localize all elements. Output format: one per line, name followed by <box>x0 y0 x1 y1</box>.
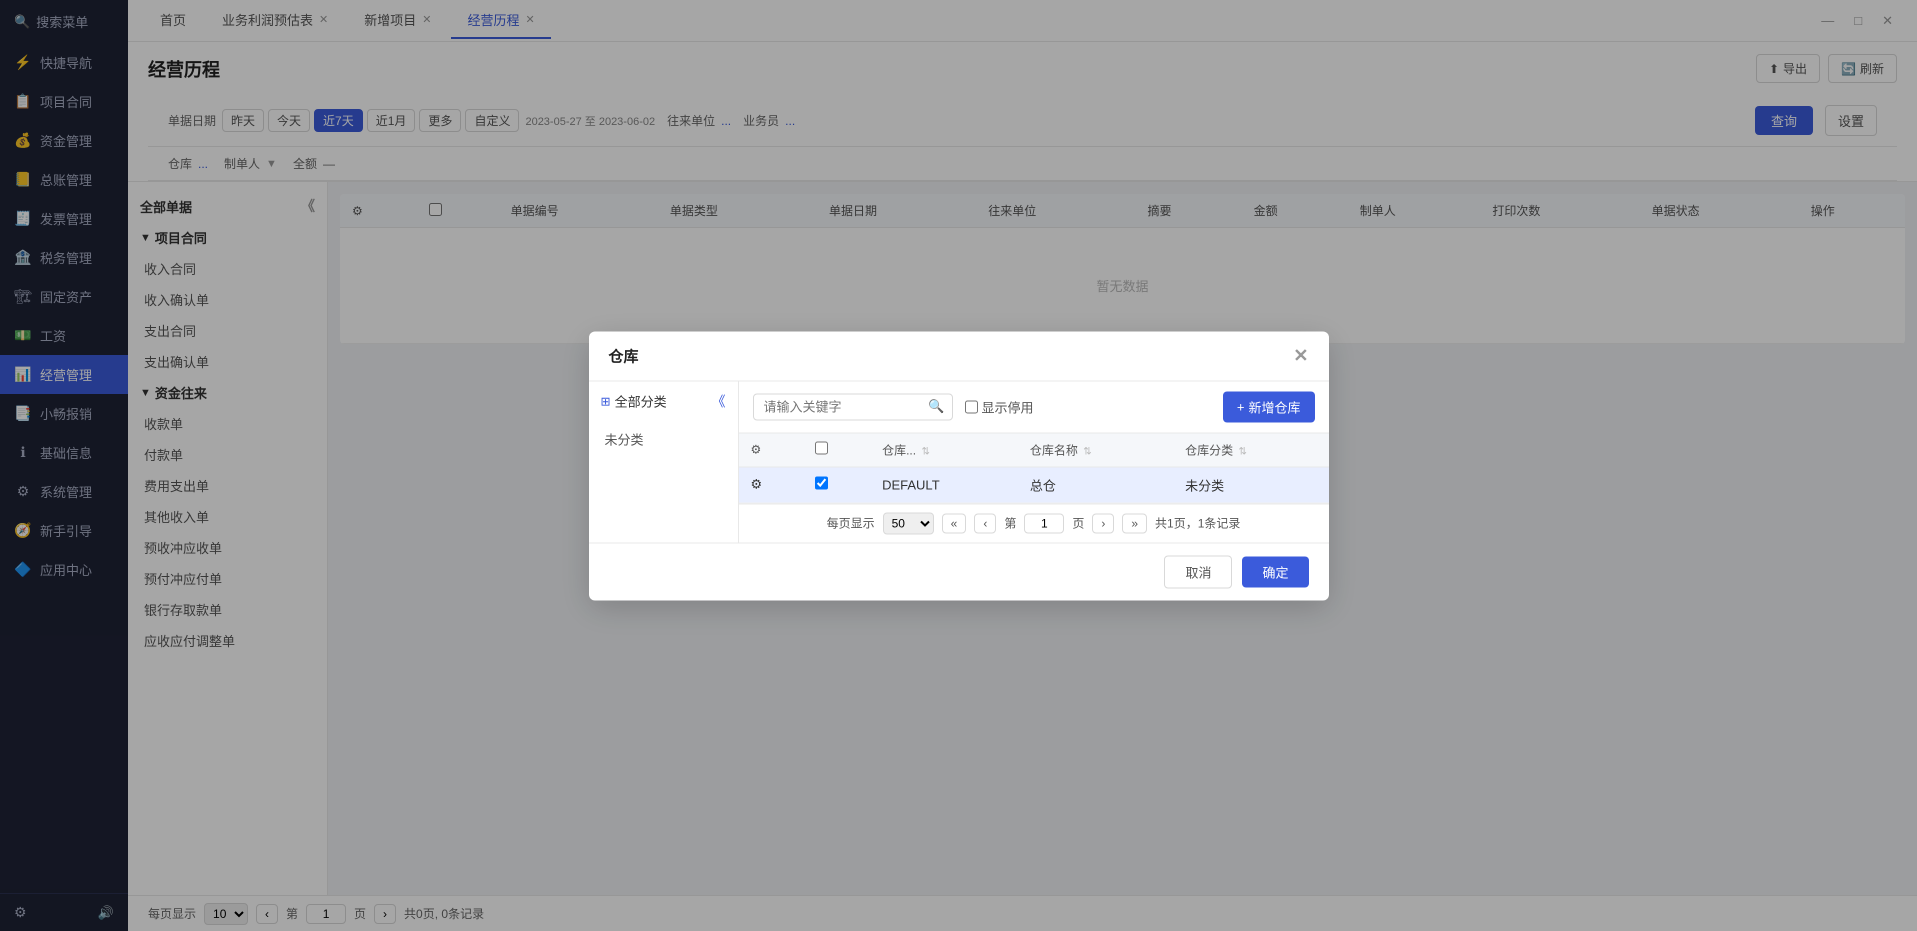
modal-close-button[interactable]: ✕ <box>1293 347 1308 365</box>
sort-arrows-code: ⇅ <box>921 446 929 457</box>
all-category-label: ⊞ 全部分类 <box>601 392 667 411</box>
warehouse-modal: 仓库 ✕ ⊞ 全部分类 《 未分类 � <box>589 331 1329 600</box>
modal-search-input[interactable] <box>753 393 953 420</box>
modal-search-icon[interactable]: 🔍 <box>928 399 944 415</box>
modal-col-category: 仓库分类 ⇅ <box>1173 433 1328 467</box>
modal-first-page[interactable]: « <box>942 513 967 533</box>
modal-left-panel: ⊞ 全部分类 《 未分类 <box>589 381 739 542</box>
show-disabled-checkbox[interactable] <box>965 400 978 413</box>
row-name: 总仓 <box>1018 467 1173 503</box>
confirm-button[interactable]: 确定 <box>1242 556 1308 587</box>
search-field-wrap: 🔍 <box>753 393 953 420</box>
modal-col-settings: ⚙ <box>739 433 804 467</box>
row-select-checkbox[interactable] <box>815 477 828 490</box>
table-row[interactable]: ⚙ DEFAULT 总仓 未分类 <box>739 467 1329 503</box>
row-checkbox <box>803 467 870 503</box>
sort-arrows-name: ⇅ <box>1083 446 1091 457</box>
modal-right-panel: 🔍 显示停用 + 新增仓库 ⚙ <box>739 381 1329 542</box>
modal-footer: 取消 确定 <box>589 542 1329 600</box>
modal-col-checkbox <box>803 433 870 467</box>
modal-col-code: 仓库... ⇅ <box>870 433 1018 467</box>
grid2-icon: ⊞ <box>601 394 611 408</box>
modal-page-label2: 页 <box>1072 515 1084 532</box>
modal-page-input[interactable] <box>1024 513 1064 533</box>
modal-body: ⊞ 全部分类 《 未分类 🔍 显示停用 <box>589 381 1329 542</box>
modal-pagination: 每页显示 50 20 100 « ‹ 第 页 › » 共1页，1条记录 <box>739 503 1329 542</box>
modal-toolbar: 🔍 显示停用 + 新增仓库 <box>739 381 1329 433</box>
modal-search-wrap: 🔍 显示停用 <box>753 393 1034 420</box>
modal-last-page[interactable]: » <box>1122 513 1147 533</box>
sort-arrows-category: ⇅ <box>1238 446 1246 457</box>
modal-category-uncategorized[interactable]: 未分类 <box>589 421 738 456</box>
modal-table-wrap: ⚙ 仓库... ⇅ 仓库名称 ⇅ 仓库分类 ⇅ <box>739 433 1329 503</box>
cancel-button[interactable]: 取消 <box>1164 555 1232 588</box>
modal-per-page-select[interactable]: 50 20 100 <box>883 512 934 534</box>
modal-left-toggle[interactable]: 《 <box>712 391 726 411</box>
modal-title: 仓库 <box>609 345 639 366</box>
modal-left-header: ⊞ 全部分类 《 <box>589 381 738 421</box>
modal-next-page[interactable]: › <box>1092 513 1114 533</box>
modal-table: ⚙ 仓库... ⇅ 仓库名称 ⇅ 仓库分类 ⇅ <box>739 433 1329 503</box>
show-disabled-label[interactable]: 显示停用 <box>965 397 1034 416</box>
modal-page-label: 第 <box>1004 515 1016 532</box>
row-category: 未分类 <box>1173 467 1328 503</box>
row-settings: ⚙ <box>739 467 804 503</box>
row-code: DEFAULT <box>870 467 1018 503</box>
modal-header: 仓库 ✕ <box>589 331 1329 381</box>
modal-total-records: 共1页，1条记录 <box>1155 515 1240 532</box>
modal-prev-page[interactable]: ‹ <box>974 513 996 533</box>
modal-col-name: 仓库名称 ⇅ <box>1018 433 1173 467</box>
modal-per-page-label: 每页显示 <box>827 515 875 532</box>
add-warehouse-label: 新增仓库 <box>1248 397 1300 416</box>
plus-icon: + <box>1237 399 1245 414</box>
modal-select-all[interactable] <box>815 442 828 455</box>
modal-left-scroll: 未分类 <box>589 421 738 542</box>
add-warehouse-button[interactable]: + 新增仓库 <box>1223 391 1315 422</box>
